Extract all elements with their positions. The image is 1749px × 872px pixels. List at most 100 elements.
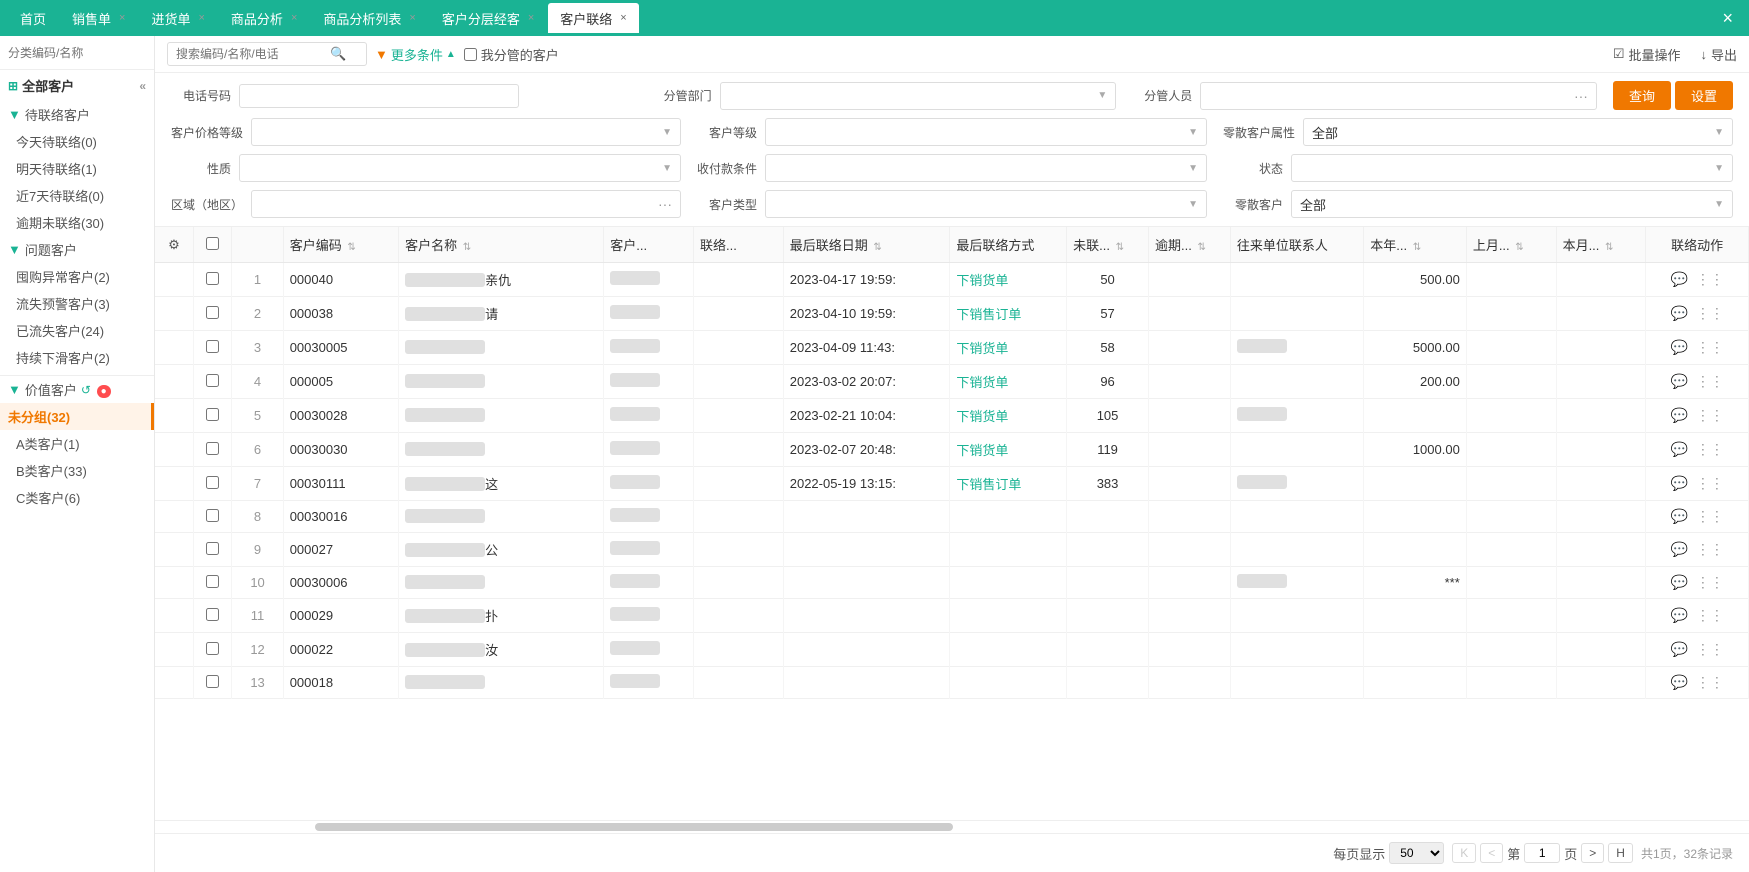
more-icon[interactable]: ⋮⋮ <box>1696 541 1724 558</box>
sidebar-item-class-c[interactable]: C类客户(6) <box>0 484 154 511</box>
reset-button[interactable]: 设置 <box>1675 81 1733 110</box>
export-button[interactable]: ↓ 导出 <box>1700 45 1737 64</box>
chat-icon[interactable]: 💬 <box>1670 541 1687 558</box>
more-icon[interactable]: ⋮⋮ <box>1696 271 1724 288</box>
sidebar-item-today-pending[interactable]: 今天待联络(0) <box>0 128 154 155</box>
row-checkbox[interactable] <box>193 567 231 599</box>
chat-icon[interactable]: 💬 <box>1670 641 1687 658</box>
sidebar-item-class-a[interactable]: A类客户(1) <box>0 430 154 457</box>
row-checkbox[interactable] <box>193 633 231 667</box>
all-customers-header[interactable]: ⊞ 全部客户 « <box>0 70 154 101</box>
status-select[interactable]: ▼ <box>1291 154 1733 182</box>
row-checkbox[interactable] <box>193 599 231 633</box>
more-icon[interactable]: ⋮⋮ <box>1696 641 1724 658</box>
cust-type-select[interactable]: ▼ <box>765 190 1207 218</box>
sidebar-item-churn-warning[interactable]: 流失预警客户(3) <box>0 290 154 317</box>
chat-icon[interactable]: 💬 <box>1670 607 1687 624</box>
more-icon[interactable]: ⋮⋮ <box>1696 305 1724 322</box>
more-icon[interactable]: ⋮⋮ <box>1696 674 1724 691</box>
more-conditions-toggle[interactable]: ▼ 更多条件 ▲ <box>375 45 456 64</box>
chat-icon[interactable]: 💬 <box>1670 373 1687 390</box>
sidebar-item-ungroup[interactable]: 未分组(32) <box>0 403 154 430</box>
row-checkbox[interactable] <box>193 433 231 467</box>
select-all-checkbox[interactable] <box>206 237 219 250</box>
price-level-select[interactable]: ▼ <box>251 118 681 146</box>
more-icon[interactable]: ⋮⋮ <box>1696 407 1724 424</box>
sidebar-item-churned[interactable]: 已流失客户(24) <box>0 317 154 344</box>
code-column-header[interactable]: 客户编码 ⇅ <box>283 227 398 263</box>
tab-product-analysis[interactable]: 商品分析 × <box>219 3 309 33</box>
chat-icon[interactable]: 💬 <box>1670 475 1687 492</box>
more-icon[interactable]: ⋮⋮ <box>1696 574 1724 591</box>
sidebar-search-input[interactable] <box>8 46 155 60</box>
gender-select[interactable]: ▼ <box>239 154 681 182</box>
prev-page-button[interactable]: < <box>1480 843 1503 863</box>
chat-icon[interactable]: 💬 <box>1670 407 1687 424</box>
main-search-icon[interactable]: 🔍 <box>330 46 346 62</box>
chat-icon[interactable]: 💬 <box>1670 305 1687 322</box>
row-checkbox[interactable] <box>193 667 231 699</box>
region-select[interactable]: ··· <box>251 190 681 218</box>
row-checkbox[interactable] <box>193 331 231 365</box>
chat-icon[interactable]: 💬 <box>1670 441 1687 458</box>
pending-group-header[interactable]: ▼ 待联络客户 <box>0 101 154 128</box>
close-product-tab[interactable]: × <box>291 12 297 24</box>
tab-customer-contact[interactable]: 客户联络 × <box>548 3 638 33</box>
more-icon[interactable]: ⋮⋮ <box>1696 475 1724 492</box>
payment-select[interactable]: ▼ <box>765 154 1207 182</box>
next-page-button[interactable]: > <box>1581 843 1604 863</box>
my-customers-checkbox[interactable]: 我分管的客户 <box>464 45 559 64</box>
level-select[interactable]: ▼ <box>765 118 1207 146</box>
more-icon[interactable]: ⋮⋮ <box>1696 607 1724 624</box>
page-number-input[interactable] <box>1524 843 1560 863</box>
close-sales-tab[interactable]: × <box>119 12 125 24</box>
lastdate-column-header[interactable]: 最后联络日期 ⇅ <box>783 227 950 263</box>
dept-select[interactable]: ▼ <box>720 82 1117 110</box>
tab-product-analysis-list[interactable]: 商品分析列表 × <box>311 3 427 33</box>
sidebar-item-declining[interactable]: 持续下滑客户(2) <box>0 344 154 371</box>
problem-group-header[interactable]: ▼ 问题客户 <box>0 236 154 263</box>
home-tab[interactable]: 首页 <box>8 9 58 28</box>
row-checkbox[interactable] <box>193 467 231 501</box>
my-customers-check-input[interactable] <box>464 48 477 61</box>
chat-icon[interactable]: 💬 <box>1670 271 1687 288</box>
person-select[interactable]: ··· <box>1200 82 1597 110</box>
close-contact-tab[interactable]: × <box>620 12 626 24</box>
chat-icon[interactable]: 💬 <box>1670 674 1687 691</box>
sidebar-item-tomorrow-pending[interactable]: 明天待联络(1) <box>0 155 154 182</box>
tab-customer-segmentation[interactable]: 客户分层经客 × <box>430 3 546 33</box>
query-button[interactable]: 查询 <box>1613 81 1671 110</box>
horizontal-scrollbar[interactable] <box>315 823 953 831</box>
row-checkbox[interactable] <box>193 297 231 331</box>
close-segmentation-tab[interactable]: × <box>528 12 534 24</box>
region-dots-icon[interactable]: ··· <box>658 196 672 212</box>
close-product-list-tab[interactable]: × <box>409 12 415 24</box>
sidebar-item-class-b[interactable]: B类客户(33) <box>0 457 154 484</box>
first-page-button[interactable]: K <box>1452 843 1476 863</box>
thisyear-column-header[interactable]: 本年... ⇅ <box>1364 227 1467 263</box>
page-size-select[interactable]: 50 100 200 <box>1389 842 1444 864</box>
close-purchase-tab[interactable]: × <box>198 12 204 24</box>
sidebar-item-7day-pending[interactable]: 近7天待联络(0) <box>0 182 154 209</box>
name-column-header[interactable]: 客户名称 ⇅ <box>399 227 604 263</box>
sidebar-search-box[interactable]: 🔍 <box>0 36 154 70</box>
phone-input[interactable] <box>239 84 519 108</box>
row-checkbox[interactable] <box>193 501 231 533</box>
thismonth-column-header[interactable]: 本月... ⇅ <box>1556 227 1646 263</box>
sidebar-item-overdue-pending[interactable]: 逾期未联络(30) <box>0 209 154 236</box>
tab-purchase-order[interactable]: 进货单 × <box>139 3 216 33</box>
batch-operations-button[interactable]: ☑ 批量操作 <box>1613 45 1681 64</box>
page-size-selector[interactable]: 每页显示 50 100 200 <box>1333 842 1444 864</box>
retail-attr-select[interactable]: 全部 ▼ <box>1303 118 1733 146</box>
refresh-icon[interactable]: ↺ <box>81 383 91 397</box>
more-icon[interactable]: ⋮⋮ <box>1696 508 1724 525</box>
main-search-input[interactable] <box>176 47 326 61</box>
uncontact-column-header[interactable]: 未联... ⇅ <box>1067 227 1149 263</box>
more-icon[interactable]: ⋮⋮ <box>1696 441 1724 458</box>
main-search-box[interactable]: 🔍 <box>167 42 367 66</box>
last-page-button[interactable]: H <box>1608 843 1633 863</box>
settings-column-header[interactable]: ⚙ <box>155 227 193 263</box>
row-checkbox[interactable] <box>193 365 231 399</box>
chat-icon[interactable]: 💬 <box>1670 339 1687 356</box>
sidebar-item-abnormal[interactable]: 囤购异常客户(2) <box>0 263 154 290</box>
